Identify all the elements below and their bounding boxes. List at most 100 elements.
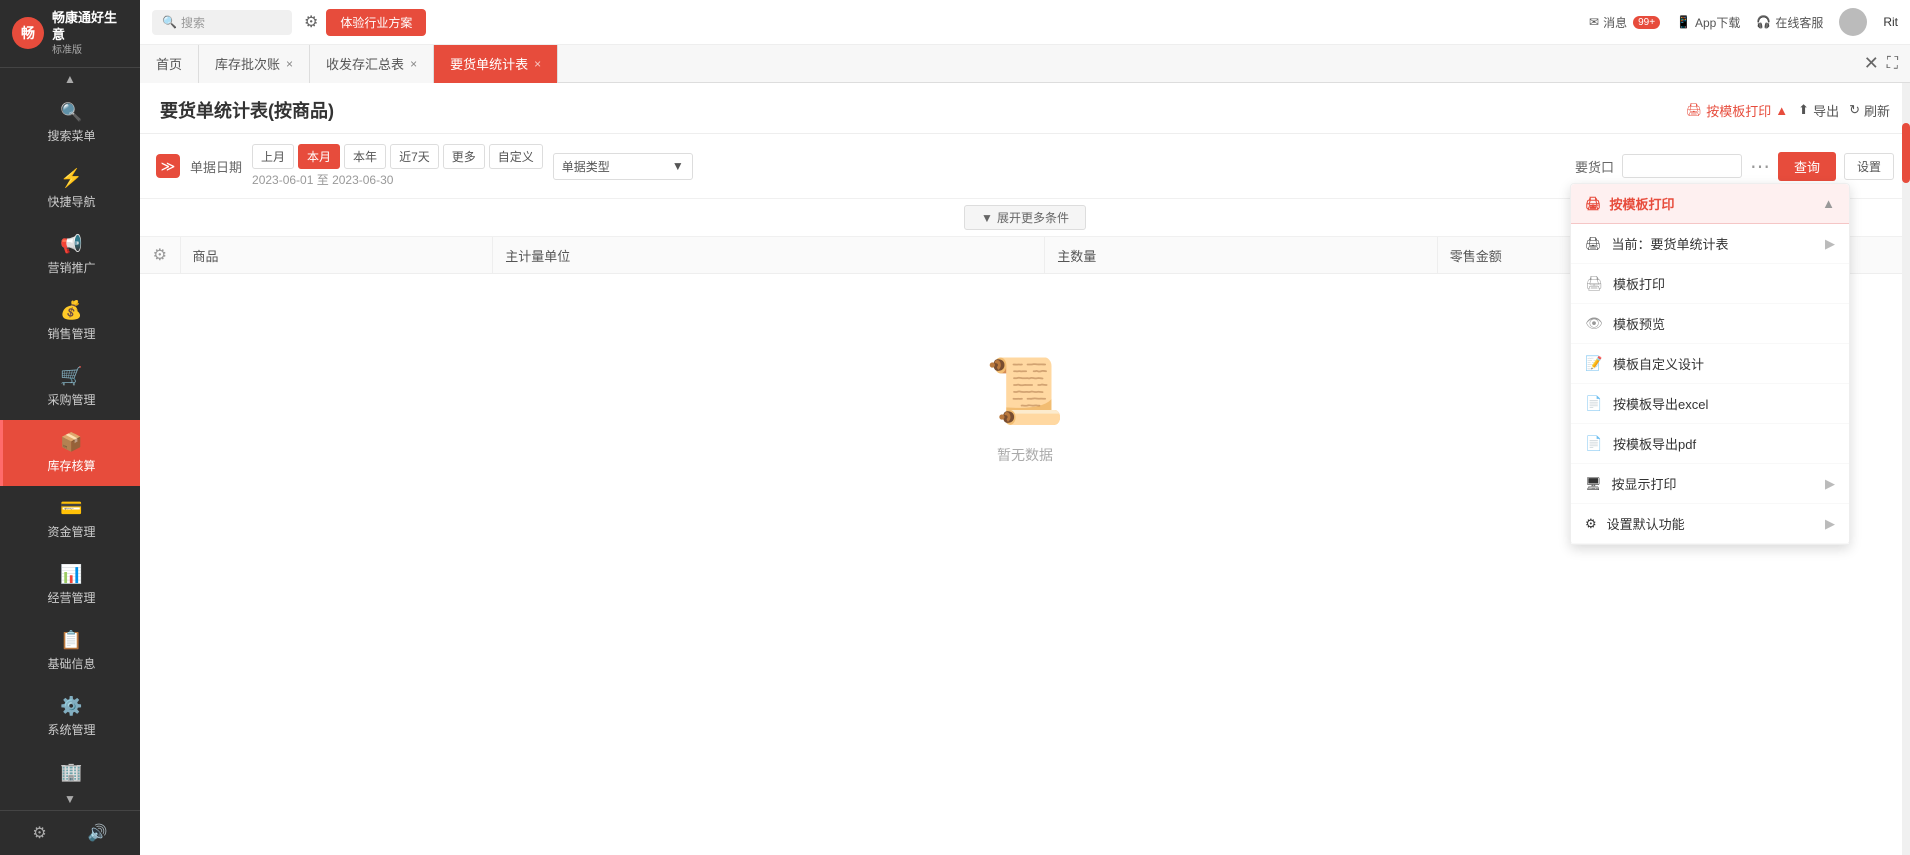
dropdown-title: 按模板打印 — [1610, 194, 1675, 213]
sidebar-item-marketing[interactable]: 📢 营销推广 — [0, 222, 140, 288]
tab-receipt-summary[interactable]: 收发存汇总表 × — [310, 45, 434, 83]
right-scrollbar[interactable] — [1902, 83, 1910, 855]
basic-label: 基础信息 — [47, 655, 95, 672]
settings-icon[interactable]: ⚙ — [153, 247, 167, 264]
sidebar-item-search[interactable]: 🔍 搜索菜单 — [0, 90, 140, 156]
dropdown-current-item[interactable]: 🖨 当前：要货单统计表 ▶ — [1571, 224, 1849, 264]
template-excel-icon: 📄 — [1585, 395, 1603, 412]
app-download-button[interactable]: 📱 App下载 — [1676, 14, 1740, 31]
date-btn-自定义[interactable]: 自定义 — [489, 144, 543, 169]
export-button[interactable]: ⬆ 导出 — [1798, 101, 1839, 120]
tab-bar-end: ✕ ⛶ — [1864, 53, 1910, 74]
sidebar-scroll-up[interactable]: ▲ — [0, 68, 140, 90]
finance-label: 资金管理 — [47, 523, 95, 540]
main-area: 🔍 搜索 ⚙ 体验行业方案 ✉ 消息 99+ 📱 App下载 🎧 在线客服 Ri… — [140, 0, 1910, 855]
expand-filter-button[interactable]: ≫ — [156, 154, 180, 178]
messages-badge: 99+ — [1633, 16, 1660, 29]
messages-label: 消息 — [1603, 14, 1627, 31]
tab-label-order-stats: 要货单统计表 — [450, 54, 528, 73]
sound-icon[interactable]: 🔊 — [88, 823, 108, 843]
sidebar-item-inventory[interactable]: 📦 库存核算 — [0, 420, 140, 486]
sidebar-scroll-down[interactable]: ▼ — [0, 788, 140, 810]
dropdown-item-template-preview[interactable]: 👁 模板预览 — [1571, 304, 1849, 344]
tab-bar: 首页库存批次账 ×收发存汇总表 ×要货单统计表 × ✕ ⛶ — [140, 45, 1910, 83]
template-pdf-icon: 📄 — [1585, 435, 1603, 452]
tab-close-receipt-summary[interactable]: × — [410, 57, 417, 71]
sidebar-item-system[interactable]: ⚙️ 系统管理 — [0, 684, 140, 750]
table-col-settings[interactable]: ⚙ — [140, 237, 180, 274]
sidebar-item-shortcut[interactable]: ⚡ 快捷导航 — [0, 156, 140, 222]
online-service-button[interactable]: 🎧 在线客服 — [1756, 14, 1823, 31]
settings-icon[interactable]: ⚙ — [32, 823, 46, 843]
expand-more-button[interactable]: ▼ 展开更多条件 — [964, 205, 1086, 230]
order-goods-input[interactable] — [1622, 154, 1742, 178]
type-select[interactable]: 单据类型 ▼ — [553, 153, 693, 180]
username: Rit — [1883, 15, 1898, 29]
dropdown-item-label-template-preview: 模板预览 — [1613, 314, 1665, 333]
trial-button[interactable]: 体验行业方案 — [326, 9, 426, 36]
gear-icon[interactable]: ⚙ — [304, 12, 318, 32]
messages-button[interactable]: ✉ 消息 99+ — [1589, 14, 1660, 31]
expand-window-icon[interactable]: ⛶ — [1887, 55, 1898, 73]
date-btn-本月[interactable]: 本月 — [298, 144, 340, 169]
purchase-icon: 🛒 — [60, 366, 82, 387]
search-input[interactable]: 🔍 搜索 — [152, 10, 292, 35]
default-func-icon: ⚙ — [1585, 516, 1597, 532]
purchase-label: 采购管理 — [47, 391, 95, 408]
app-download-icon: 📱 — [1676, 15, 1691, 29]
avatar[interactable] — [1839, 8, 1867, 36]
close-window-icon[interactable]: ✕ — [1864, 53, 1879, 74]
date-group-wrap: 上月本月本年近7天更多自定义 2023-06-01 至 2023-06-30 — [252, 144, 543, 188]
sidebar-item-enterprise[interactable]: 🏢 企业协同 — [0, 750, 140, 788]
online-service-label: 在线客服 — [1775, 14, 1823, 31]
dropdown-item-label-template-custom: 模板自定义设计 — [1613, 354, 1704, 373]
dropdown-item-template-excel[interactable]: 📄 按模板导出excel — [1571, 384, 1849, 424]
sidebar-item-purchase[interactable]: 🛒 采购管理 — [0, 354, 140, 420]
printer-icon: 🖨 — [1585, 196, 1602, 212]
sidebar-item-sales[interactable]: 💰 销售管理 — [0, 288, 140, 354]
tab-home[interactable]: 首页 — [140, 45, 199, 83]
template-print-icon: 🖨 — [1585, 275, 1603, 292]
inventory-label: 库存核算 — [47, 457, 95, 474]
tab-close-batch-account[interactable]: × — [286, 57, 293, 71]
chevron-down-icon: ▼ — [672, 159, 684, 173]
marketing-label: 营销推广 — [47, 259, 95, 276]
dropdown-overlay: 🖨 按模板打印 ▲ 🖨 当前：要货单统计表 ▶ 🖨 模板打印 👁 模 — [1570, 183, 1850, 545]
table-col-unit: 主计量单位 — [493, 237, 1045, 274]
tab-label-receipt-summary: 收发存汇总表 — [326, 54, 404, 73]
date-btn-更多[interactable]: 更多 — [443, 144, 485, 169]
operation-icon: 📊 — [60, 564, 82, 585]
date-btn-上月[interactable]: 上月 — [252, 144, 294, 169]
logo-icon: 畅 — [12, 17, 44, 49]
chevron-up-icon[interactable]: ▲ — [1822, 196, 1835, 211]
chevron-down-icon: ▼ — [981, 211, 993, 225]
dropdown-item-label-display-print: 按显示打印 — [1612, 474, 1677, 493]
sidebar-item-basic[interactable]: 📋 基础信息 — [0, 618, 140, 684]
dropdown-item-default-func[interactable]: ⚙ 设置默认功能 ▶ — [1571, 504, 1849, 544]
sidebar-footer: ⚙ 🔊 — [0, 810, 140, 855]
more-options-icon[interactable]: ⋯ — [1750, 154, 1770, 179]
sidebar-item-operation[interactable]: 📊 经营管理 — [0, 552, 140, 618]
dropdown-item-template-pdf[interactable]: 📄 按模板导出pdf — [1571, 424, 1849, 464]
date-group: 上月本月本年近7天更多自定义 — [252, 144, 543, 169]
dropdown-item-template-custom[interactable]: 📝 模板自定义设计 — [1571, 344, 1849, 384]
dropdown-item-left-default-func: ⚙ 设置默认功能 — [1585, 514, 1685, 533]
date-label: 单据日期 — [190, 157, 242, 176]
date-btn-本年[interactable]: 本年 — [344, 144, 386, 169]
setting-button[interactable]: 设置 — [1844, 153, 1894, 180]
shortcut-label: 快捷导航 — [47, 193, 95, 210]
refresh-button[interactable]: ↻ 刷新 — [1849, 101, 1890, 120]
sidebar-item-finance[interactable]: 💳 资金管理 — [0, 486, 140, 552]
template-print-button[interactable]: 🖨 按模板打印 ▲ — [1686, 101, 1788, 120]
dropdown-item-display-print[interactable]: 🖥 按显示打印 ▶ — [1571, 464, 1849, 504]
inventory-icon: 📦 — [60, 432, 82, 453]
dropdown-current-left: 🖨 当前：要货单统计表 — [1585, 234, 1729, 253]
dropdown-item-template-print[interactable]: 🖨 模板打印 — [1571, 264, 1849, 304]
tab-close-order-stats[interactable]: × — [534, 57, 541, 71]
date-btn-近7天[interactable]: 近7天 — [390, 144, 439, 169]
tab-order-stats[interactable]: 要货单统计表 × — [434, 45, 558, 83]
chevron-right-icon: ▶ — [1825, 516, 1835, 532]
query-button[interactable]: 查询 — [1778, 152, 1836, 181]
search-placeholder: 搜索 — [181, 14, 205, 31]
tab-batch-account[interactable]: 库存批次账 × — [199, 45, 310, 83]
